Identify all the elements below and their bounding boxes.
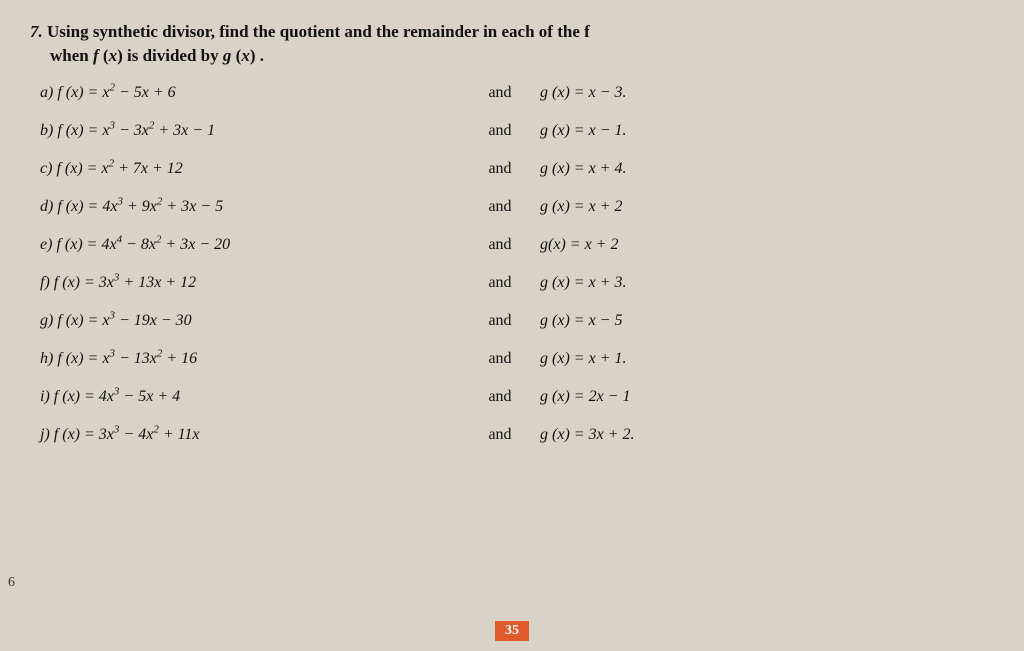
problem-a-fx: a) f (x) = x2 − 5x + 6 [40, 81, 460, 105]
problem-c-and: and [460, 157, 540, 181]
problem-e-gx: g(x) = x + 2 [540, 233, 790, 257]
problem-j-and: and [460, 423, 540, 447]
problem-row-d: d) f (x) = 4x3 + 9x2 + 3x − 5 and g (x) … [40, 188, 994, 226]
problem-g-and: and [460, 309, 540, 333]
problem-b-fx: b) f (x) = x3 − 3x2 + 3x − 1 [40, 119, 460, 143]
problem-c-gx: g (x) = x + 4. [540, 157, 790, 181]
problem-a-gx: g (x) = x − 3. [540, 81, 790, 105]
problem-d-and: and [460, 195, 540, 219]
problem-b-gx: g (x) = x − 1. [540, 119, 790, 143]
problem-row-c: c) f (x) = x2 + 7x + 12 and g (x) = x + … [40, 150, 994, 188]
problems-list: a) f (x) = x2 − 5x + 6 and g (x) = x − 3… [40, 74, 994, 454]
page-number-bar: 35 [495, 621, 529, 641]
problem-f-and: and [460, 271, 540, 295]
page: 7. Using synthetic divisor, find the quo… [0, 0, 1024, 651]
gx-header: g [223, 46, 232, 65]
fx-header: f [93, 46, 99, 65]
problem-a-and: and [460, 81, 540, 105]
problem-h-and: and [460, 347, 540, 371]
problem-row-e: e) f (x) = 4x4 − 8x2 + 3x − 20 and g(x) … [40, 226, 994, 264]
problem-row-f: f) f (x) = 3x3 + 13x + 12 and g (x) = x … [40, 264, 994, 302]
problem-h-fx: h) f (x) = x3 − 13x2 + 16 [40, 347, 460, 371]
problem-f-gx: g (x) = x + 3. [540, 271, 790, 295]
problem-e-fx: e) f (x) = 4x4 − 8x2 + 3x − 20 [40, 233, 460, 257]
problem-e-and: and [460, 233, 540, 257]
problem-c-fx: c) f (x) = x2 + 7x + 12 [40, 157, 460, 181]
problem-row-b: b) f (x) = x3 − 3x2 + 3x − 1 and g (x) =… [40, 112, 994, 150]
problem-row-a: a) f (x) = x2 − 5x + 6 and g (x) = x − 3… [40, 74, 994, 112]
problem-d-fx: d) f (x) = 4x3 + 9x2 + 3x − 5 [40, 195, 460, 219]
problem-d-gx: g (x) = x + 2 [540, 195, 790, 219]
problem-j-fx: j) f (x) = 3x3 − 4x2 + 11x [40, 423, 460, 447]
problem-i-fx: i) f (x) = 4x3 − 5x + 4 [40, 385, 460, 409]
problem-row-j: j) f (x) = 3x3 − 4x2 + 11x and g (x) = 3… [40, 416, 994, 454]
problem-h-gx: g (x) = x + 1. [540, 347, 790, 371]
problem-i-and: and [460, 385, 540, 409]
problem-row-g: g) f (x) = x3 − 19x − 30 and g (x) = x −… [40, 302, 994, 340]
problem-b-and: and [460, 119, 540, 143]
side-number: 6 [8, 575, 15, 591]
problem-j-gx: g (x) = 3x + 2. [540, 423, 790, 447]
problem-i-gx: g (x) = 2x − 1 [540, 385, 790, 409]
question-number: 7. [30, 22, 47, 41]
problem-g-fx: g) f (x) = x3 − 19x − 30 [40, 309, 460, 333]
problem-f-fx: f) f (x) = 3x3 + 13x + 12 [40, 271, 460, 295]
question-header: 7. Using synthetic divisor, find the quo… [30, 20, 994, 68]
problem-g-gx: g (x) = x − 5 [540, 309, 790, 333]
page-number: 35 [495, 621, 529, 641]
problem-row-i: i) f (x) = 4x3 − 5x + 4 and g (x) = 2x −… [40, 378, 994, 416]
problem-row-h: h) f (x) = x3 − 13x2 + 16 and g (x) = x … [40, 340, 994, 378]
